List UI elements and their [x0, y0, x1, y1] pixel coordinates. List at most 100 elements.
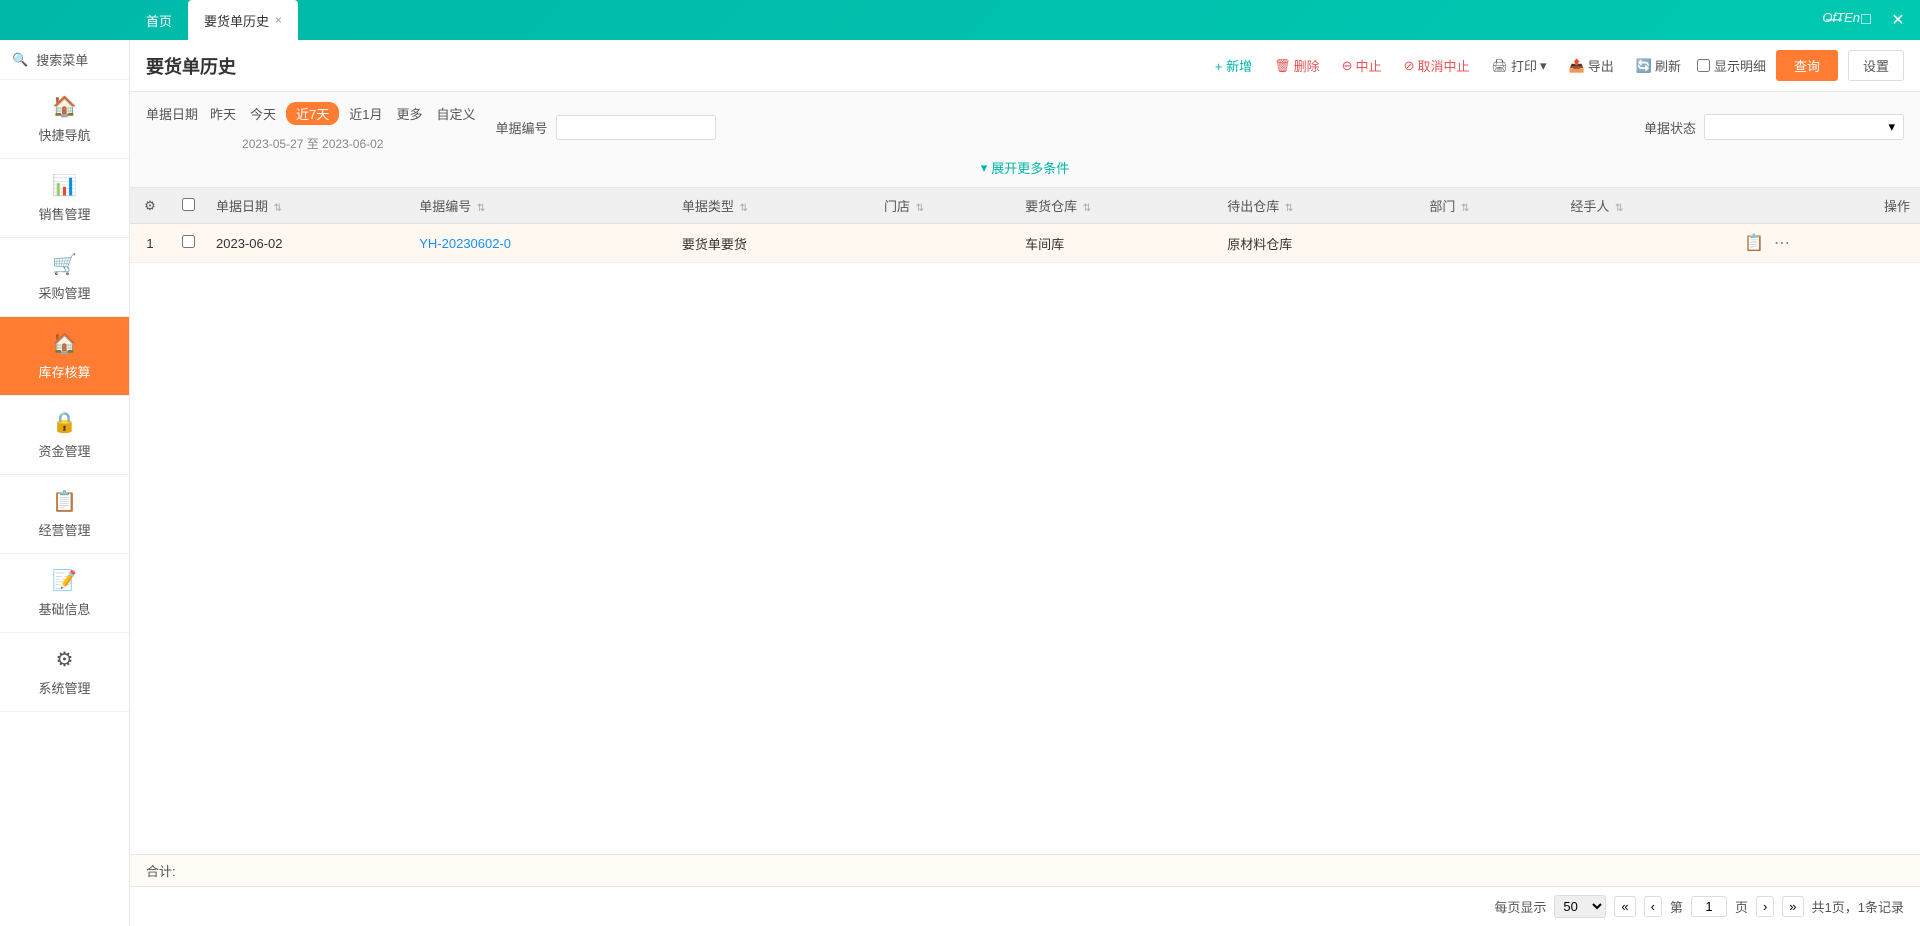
col-docno[interactable]: 单据编号 ⇅	[409, 188, 672, 224]
page-number-input[interactable]	[1691, 896, 1727, 917]
sort-req-warehouse-icon: ⇅	[1083, 203, 1091, 214]
sidebar-item-purchase-label: 采购管理	[38, 283, 90, 302]
summary-bar: 合计:	[130, 854, 1920, 886]
cell-store	[874, 224, 1015, 263]
minimize-icon[interactable]: —	[1822, 8, 1846, 32]
cancel-stop-button[interactable]: ⊘ 取消中止	[1398, 52, 1476, 79]
sidebar-item-sales[interactable]: 📊 销售管理	[0, 159, 129, 238]
sidebar-item-system-label: 系统管理	[38, 678, 90, 697]
sort-handler-icon: ⇅	[1615, 203, 1623, 214]
quick-nav-icon: 🏠	[52, 94, 77, 119]
sidebar-item-finance-label: 资金管理	[38, 441, 90, 460]
date-filter-label: 单据日期	[146, 104, 198, 123]
sidebar-item-quick-nav-label: 快捷导航	[38, 125, 90, 144]
cancel-stop-icon: ⊘	[1404, 58, 1415, 74]
tab-home[interactable]: 首页	[130, 0, 188, 40]
date-tab-1month[interactable]: 近1月	[345, 102, 386, 125]
operations-icon: 📋	[52, 489, 77, 514]
row-edit-icon[interactable]: 📋	[1742, 231, 1766, 255]
last-page-button[interactable]: »	[1782, 896, 1803, 917]
refresh-button[interactable]: 🔄 刷新	[1630, 52, 1687, 79]
cell-date: 2023-06-02	[206, 224, 409, 263]
show-detail-input[interactable]	[1697, 59, 1710, 72]
sidebar-item-system[interactable]: ⚙ 系统管理	[0, 633, 129, 712]
docno-label: 单据编号	[496, 118, 548, 137]
col-store[interactable]: 门店 ⇅	[874, 188, 1015, 224]
data-table: ⚙ 单据日期 ⇅ 单据编号 ⇅ 单据类型	[130, 188, 1920, 263]
delete-button[interactable]: 🗑 删除	[1268, 52, 1326, 79]
page-end-label: 页	[1735, 897, 1748, 916]
show-detail-checkbox[interactable]: 显示明细	[1697, 56, 1766, 75]
tab-history[interactable]: 要货单历史 ×	[188, 0, 298, 40]
cell-dept	[1419, 224, 1560, 263]
date-tab-7days[interactable]: 近7天	[286, 102, 339, 125]
select-all-checkbox[interactable]	[182, 198, 195, 211]
col-req-warehouse[interactable]: 要货仓库 ⇅	[1015, 188, 1217, 224]
sidebar-item-basic-info[interactable]: 📝 基础信息	[0, 554, 129, 633]
table-body: 1 2023-06-02 YH-20230602-0 要货单要货 车间库 原材料…	[130, 224, 1920, 263]
cell-num: 1	[130, 224, 170, 263]
cell-docno: YH-20230602-0	[409, 224, 672, 263]
col-handler[interactable]: 经手人 ⇅	[1560, 188, 1732, 224]
close-window-icon[interactable]: ✕	[1886, 8, 1910, 32]
cell-action: 📋 ⋯	[1732, 224, 1920, 263]
docno-link[interactable]: YH-20230602-0	[419, 236, 511, 251]
next-page-button[interactable]: ›	[1756, 896, 1774, 917]
sidebar-item-purchase[interactable]: 🛒 采购管理	[0, 238, 129, 317]
sidebar-item-inventory[interactable]: 🏠 库存核算	[0, 317, 129, 396]
cell-pending-warehouse: 原材料仓库	[1217, 224, 1419, 263]
sidebar-item-operations-label: 经营管理	[38, 520, 90, 539]
stop-icon: ⊖	[1342, 58, 1353, 74]
col-action: 操作	[1732, 188, 1920, 224]
top-bar-controls: — □ ✕	[1822, 8, 1910, 32]
date-tab-more[interactable]: 更多	[393, 102, 427, 125]
per-page-select[interactable]: 50 100 200	[1554, 895, 1606, 918]
status-select[interactable]: ▾	[1704, 114, 1904, 140]
filter-row: 单据日期 昨天 今天 近7天 近1月 更多 自定义 2023-05-27 至 2…	[146, 102, 1904, 152]
cell-req-warehouse: 车间库	[1015, 224, 1217, 263]
tab-history-label: 要货单历史	[204, 11, 269, 30]
pagination-bar: 每页显示 50 100 200 « ‹ 第 页 › » 共1页，1条记录	[130, 886, 1920, 926]
sort-pending-warehouse-icon: ⇅	[1285, 203, 1293, 214]
prev-page-button[interactable]: ‹	[1644, 896, 1662, 917]
cell-handler	[1560, 224, 1732, 263]
sidebar-item-quick-nav[interactable]: 🏠 快捷导航	[0, 80, 129, 159]
expand-more-button[interactable]: ▾ 展开更多条件	[146, 158, 1904, 177]
col-date[interactable]: 单据日期 ⇅	[206, 188, 409, 224]
sidebar-item-operations[interactable]: 📋 经营管理	[0, 475, 129, 554]
tab-close-icon[interactable]: ×	[275, 13, 282, 27]
cell-checkbox	[170, 224, 206, 263]
col-pending-warehouse[interactable]: 待出仓库 ⇅	[1217, 188, 1419, 224]
print-button[interactable]: 🖨 打印 ▾	[1485, 52, 1552, 79]
print-dropdown-icon: ▾	[1540, 58, 1547, 74]
date-tab-custom[interactable]: 自定义	[433, 102, 480, 125]
sidebar-item-inventory-label: 库存核算	[38, 362, 90, 381]
docno-input[interactable]	[556, 115, 716, 140]
first-page-button[interactable]: «	[1614, 896, 1635, 917]
expand-icon: ▾	[981, 160, 988, 176]
settings-button[interactable]: 设置	[1848, 50, 1904, 81]
docno-filter-group: 单据编号	[496, 115, 716, 140]
sidebar-search[interactable]: 🔍 搜索菜单	[0, 40, 129, 80]
page-header: 要货单历史 + 新增 🗑 删除 ⊖ 中止 ⊘ 取消中止 🖨 打印	[130, 40, 1920, 92]
col-dept[interactable]: 部门 ⇅	[1419, 188, 1560, 224]
query-button[interactable]: 查询	[1776, 50, 1838, 81]
col-doctype[interactable]: 单据类型 ⇅	[672, 188, 874, 224]
stop-button[interactable]: ⊖ 中止	[1336, 52, 1388, 79]
row-actions: 📋 ⋯	[1742, 231, 1910, 255]
export-button[interactable]: 📤 导出	[1563, 52, 1620, 79]
sidebar-item-finance[interactable]: 🔒 资金管理	[0, 396, 129, 475]
row-more-icon[interactable]: ⋯	[1772, 231, 1792, 255]
maximize-icon[interactable]: □	[1854, 8, 1878, 32]
page-label: 第	[1670, 897, 1683, 916]
new-button[interactable]: + 新增	[1209, 52, 1258, 79]
total-info: 共1页，1条记录	[1812, 897, 1904, 916]
toolbar: + 新增 🗑 删除 ⊖ 中止 ⊘ 取消中止 🖨 打印 ▾	[1209, 50, 1904, 81]
sidebar: 🔍 搜索菜单 🏠 快捷导航 📊 销售管理 🛒 采购管理 🏠 库存核算 🔒 资金管…	[0, 40, 130, 926]
sales-icon: 📊	[52, 173, 77, 198]
date-tab-today[interactable]: 今天	[246, 102, 280, 125]
col-settings[interactable]: ⚙	[130, 188, 170, 224]
date-tab-yesterday[interactable]: 昨天	[206, 102, 240, 125]
row-checkbox[interactable]	[182, 235, 195, 248]
date-range-display: 2023-05-27 至 2023-06-02	[242, 135, 383, 152]
